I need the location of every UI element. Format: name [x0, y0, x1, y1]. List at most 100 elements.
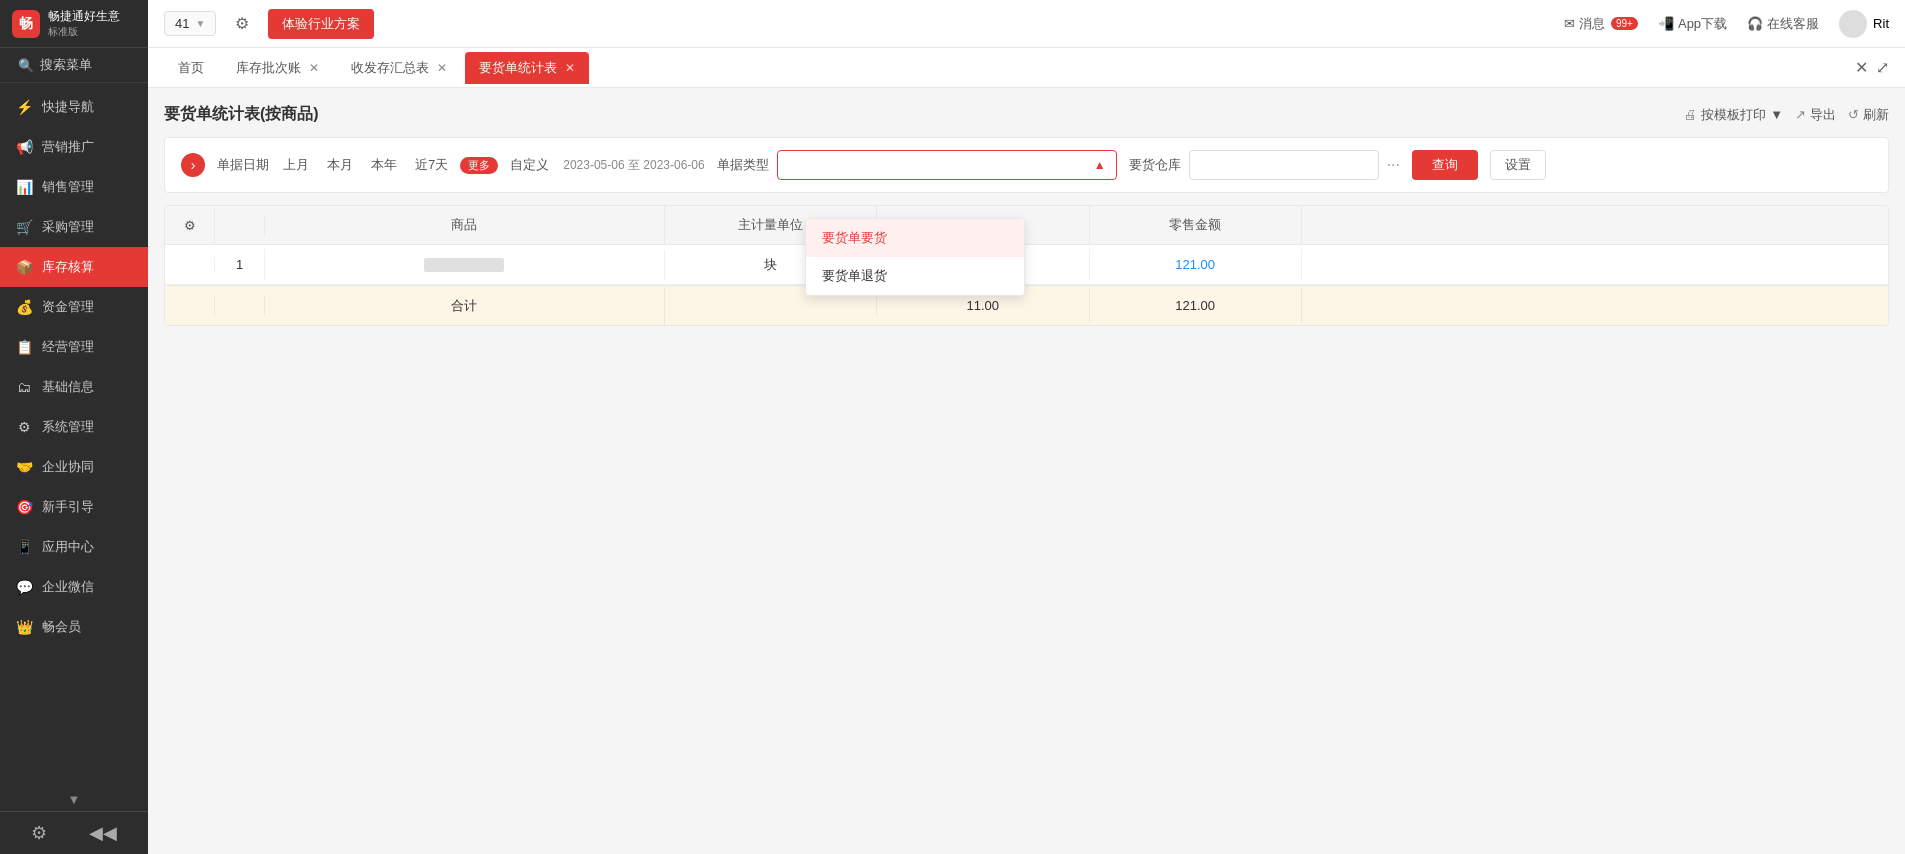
col-settings[interactable]: ⚙ [165, 208, 215, 243]
sidebar-item-sales[interactable]: 📊 销售管理 [0, 167, 148, 207]
date-more-badge[interactable]: 更多 [460, 157, 498, 174]
col-product: 商品 [265, 206, 665, 244]
sidebar-item-cooperation[interactable]: 🤝 企业协同 [0, 447, 148, 487]
footer-label: 合计 [265, 287, 665, 325]
sidebar-item-inventory[interactable]: 📦 库存核算 [0, 247, 148, 287]
filter-more-options-btn[interactable]: ··· [1387, 156, 1400, 174]
row-amount: 121.00 [1090, 249, 1302, 280]
sidebar-item-guide[interactable]: 🎯 新手引导 [0, 487, 148, 527]
date-filter-group: 单据日期 上月 本月 本年 近7天 更多 自定义 2023-05-06 至 20… [217, 154, 705, 176]
system-icon: ⚙ [14, 417, 34, 437]
table-row: 1 块 11.00 121.00 [165, 245, 1888, 285]
sidebar-item-system[interactable]: ⚙ 系统管理 [0, 407, 148, 447]
warehouse-filter-group: 要货仓库 ··· [1129, 150, 1400, 180]
sidebar-item-app-center[interactable]: 📱 应用中心 [0, 527, 148, 567]
date-last-month[interactable]: 上月 [277, 154, 315, 176]
query-btn[interactable]: 查询 [1412, 150, 1478, 180]
row-fill [1302, 257, 1888, 273]
type-select[interactable]: ▲ [777, 150, 1117, 180]
table-settings-btn[interactable]: 设置 [1490, 150, 1546, 180]
tab-home[interactable]: 首页 [164, 52, 218, 84]
sidebar-item-operation[interactable]: 📋 经营管理 [0, 327, 148, 367]
data-table: ⚙ 商品 主计量单位 主数量 零售金额 1 块 11.00 [164, 205, 1889, 326]
sidebar-search[interactable]: 🔍 搜索菜单 [0, 48, 148, 83]
dropdown-item-order-return[interactable]: 要货单退货 [806, 257, 1024, 295]
table-header: ⚙ 商品 主计量单位 主数量 零售金额 [165, 206, 1888, 245]
date-custom[interactable]: 自定义 [504, 154, 555, 176]
footer-fill [1302, 296, 1888, 316]
sales-icon: 📊 [14, 177, 34, 197]
date-filter-label: 单据日期 [217, 156, 269, 174]
row-settings [165, 257, 215, 273]
sidebar-settings-btn[interactable]: ⚙ [31, 822, 47, 844]
col-fill [1302, 215, 1888, 235]
company-selector[interactable]: 41 ▼ [164, 11, 216, 36]
date-this-year[interactable]: 本年 [365, 154, 403, 176]
sidebar-item-purchase[interactable]: 🛒 采购管理 [0, 207, 148, 247]
search-icon: 🔍 [18, 58, 34, 73]
basic-icon: 🗂 [14, 377, 34, 397]
export-btn[interactable]: ↗ 导出 [1795, 106, 1836, 124]
date-last-7-days[interactable]: 近7天 [409, 154, 454, 176]
tab-batch-account[interactable]: 库存批次账 ✕ [222, 52, 333, 84]
print-btn[interactable]: 🖨 按模板打印 ▼ [1684, 106, 1783, 124]
sidebar-menu: ⚡ 快捷导航 📢 营销推广 📊 销售管理 🛒 采购管理 📦 库存核算 💰 资金管… [0, 83, 148, 788]
user-menu[interactable]: Rit [1839, 10, 1889, 38]
date-shortcuts: 上月 本月 本年 近7天 更多 自定义 [277, 154, 555, 176]
type-dropdown: 要货单要货 要货单退货 [805, 218, 1025, 296]
vip-icon: 👑 [14, 617, 34, 637]
sidebar-item-wechat[interactable]: 💬 企业微信 [0, 567, 148, 607]
warehouse-filter-label: 要货仓库 [1129, 156, 1181, 174]
sidebar-item-marketing[interactable]: 📢 营销推广 [0, 127, 148, 167]
footer-amount: 121.00 [1090, 288, 1302, 323]
tab-batch-account-close[interactable]: ✕ [309, 61, 319, 75]
warehouse-input[interactable] [1189, 150, 1379, 180]
content-area: 要货单统计表(按商品) 🖨 按模板打印 ▼ ↗ 导出 ↺ 刷新 › [148, 88, 1905, 854]
tabbar: 首页 库存批次账 ✕ 收发存汇总表 ✕ 要货单统计表 ✕ ✕ ⤢ [148, 48, 1905, 88]
app-download-btn[interactable]: 📲 App下载 [1658, 15, 1727, 33]
print-chevron-icon: ▼ [1770, 107, 1783, 122]
tab-expand-btn[interactable]: ⤢ [1876, 58, 1889, 77]
headset-icon: 🎧 [1747, 16, 1763, 31]
sidebar-logo-text: 畅捷通好生意 标准版 [48, 9, 120, 38]
filter-expand-btn[interactable]: › [181, 153, 205, 177]
sidebar-item-vip[interactable]: 👑 畅会员 [0, 607, 148, 647]
messages-icon: ✉ [1564, 16, 1575, 31]
tab-order-summary-close[interactable]: ✕ [565, 61, 575, 75]
date-range-text: 2023-05-06 至 2023-06-06 [563, 157, 704, 174]
row-seq: 1 [215, 249, 265, 280]
page-header: 要货单统计表(按商品) 🖨 按模板打印 ▼ ↗ 导出 ↺ 刷新 [164, 104, 1889, 125]
dropdown-item-order-goods[interactable]: 要货单要货 [806, 219, 1024, 257]
topbar: 41 ▼ ⚙ 体验行业方案 ✉ 消息 99+ 📲 App下载 🎧 在线客服 R [148, 0, 1905, 48]
date-this-month[interactable]: 本月 [321, 154, 359, 176]
col-seq [215, 215, 265, 235]
refresh-btn[interactable]: ↺ 刷新 [1848, 106, 1889, 124]
refresh-icon: ↺ [1848, 107, 1859, 122]
sidebar-item-quick-nav[interactable]: ⚡ 快捷导航 [0, 87, 148, 127]
sidebar-scroll-down[interactable]: ▼ [0, 788, 148, 811]
topbar-settings-btn[interactable]: ⚙ [228, 10, 256, 38]
messages-btn[interactable]: ✉ 消息 99+ [1564, 15, 1638, 33]
table-footer: 合计 11.00 121.00 [165, 285, 1888, 325]
online-service-btn[interactable]: 🎧 在线客服 [1747, 15, 1819, 33]
sidebar-collapse-btn[interactable]: ◀◀ [89, 822, 117, 844]
tab-close-all-btn[interactable]: ✕ [1855, 58, 1868, 77]
purchase-icon: 🛒 [14, 217, 34, 237]
company-chevron-icon: ▼ [195, 18, 205, 29]
filter-bar: › 单据日期 上月 本月 本年 近7天 更多 自定义 2023-05-06 至 … [164, 137, 1889, 193]
app-download-icon: 📲 [1658, 16, 1674, 31]
guide-icon: 🎯 [14, 497, 34, 517]
row-amount-link[interactable]: 121.00 [1175, 257, 1215, 272]
tab-receive-summary-close[interactable]: ✕ [437, 61, 447, 75]
main-area: 41 ▼ ⚙ 体验行业方案 ✉ 消息 99+ 📲 App下载 🎧 在线客服 R [148, 0, 1905, 854]
sidebar-item-basic[interactable]: 🗂 基础信息 [0, 367, 148, 407]
finance-icon: 💰 [14, 297, 34, 317]
app-center-icon: 📱 [14, 537, 34, 557]
footer-seq [215, 296, 265, 316]
trial-industry-btn[interactable]: 体验行业方案 [268, 9, 374, 39]
sidebar-logo-icon: 畅 [12, 10, 40, 38]
sidebar-item-finance[interactable]: 💰 资金管理 [0, 287, 148, 327]
cooperation-icon: 🤝 [14, 457, 34, 477]
tab-receive-summary[interactable]: 收发存汇总表 ✕ [337, 52, 461, 84]
tab-order-summary[interactable]: 要货单统计表 ✕ [465, 52, 589, 84]
